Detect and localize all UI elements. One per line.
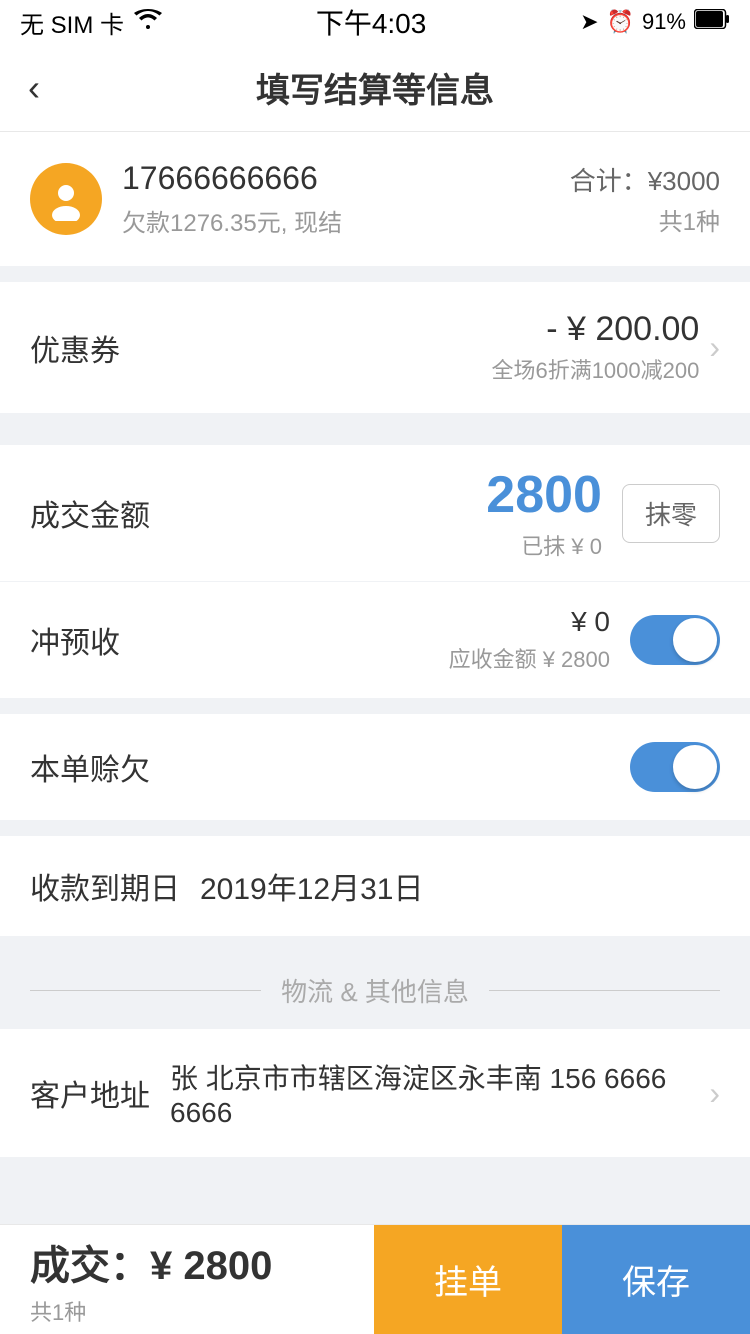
divider-line-right [489, 990, 720, 991]
customer-left: 17666666666 欠款1276.35元, 现结 [30, 160, 342, 238]
page-title: 填写结算等信息 [256, 63, 494, 112]
wifi-icon [134, 8, 162, 36]
coupon-desc: 全场6折满1000减200 [491, 353, 699, 385]
debt-toggle-knob [673, 745, 717, 789]
status-left: 无 SIM 卡 [20, 5, 162, 40]
prepay-sub: 应收金额 ¥ 2800 [449, 642, 610, 674]
footer: 成交：¥ 2800 共1种 挂单 保存 [0, 1224, 750, 1334]
customer-phone: 17666666666 [122, 160, 342, 197]
address-chevron-icon: › [709, 1075, 720, 1112]
prepay-toggle[interactable] [630, 615, 720, 665]
divider-line-left [30, 990, 261, 991]
total-count: 共1种 [570, 202, 720, 237]
battery-percent: 91% [642, 9, 686, 35]
content: 17666666666 欠款1276.35元, 现结 合计：¥3000 共1种 … [0, 132, 750, 1277]
amount-value: 2800 [486, 465, 602, 525]
customer-right: 合计：¥3000 共1种 [570, 161, 720, 237]
hang-order-button[interactable]: 挂单 [374, 1225, 562, 1334]
footer-transaction-label: 成交： [30, 1244, 150, 1288]
footer-count: 共1种 [30, 1295, 344, 1327]
amount-label: 成交金额 [30, 491, 150, 535]
back-button[interactable]: ‹ [28, 67, 40, 109]
amount-sub: 已抹 ¥ 0 [486, 529, 602, 561]
debt-label: 本单赊欠 [30, 745, 150, 789]
customer-card: 17666666666 欠款1276.35元, 现结 合计：¥3000 共1种 [0, 132, 750, 266]
address-value: 张 北京市市辖区海淀区永丰南 156 6666 6666 [170, 1057, 709, 1129]
address-label: 客户地址 [30, 1071, 150, 1115]
prepay-row: 冲预收 ¥ 0 应收金额 ¥ 2800 [0, 581, 750, 698]
customer-info: 17666666666 欠款1276.35元, 现结 [122, 160, 342, 238]
chevron-right-icon: › [709, 329, 720, 366]
status-time: 下午4:03 [316, 2, 427, 42]
toggle-knob [673, 618, 717, 662]
section-divider: 物流 & 其他信息 [0, 952, 750, 1029]
nav-bar: ‹ 填写结算等信息 [0, 44, 750, 132]
status-right: ➤ ⏰ 91% [580, 9, 730, 35]
coupon-amount: - ¥ 200.00 [491, 310, 699, 349]
coupon-info: - ¥ 200.00 全场6折满1000减200 [491, 310, 699, 385]
customer-debt: 欠款1276.35元, 现结 [122, 203, 342, 238]
section-divider-text: 物流 & 其他信息 [281, 972, 469, 1009]
prepay-label: 冲预收 [30, 618, 120, 662]
due-date-value: 2019年12月31日 [200, 864, 423, 908]
amount-right: 2800 已抹 ¥ 0 抹零 [486, 465, 720, 561]
round-button[interactable]: 抹零 [622, 484, 720, 543]
due-date-row: 收款到期日 2019年12月31日 [0, 836, 750, 936]
footer-info: 成交：¥ 2800 共1种 [0, 1233, 374, 1327]
divider-2 [0, 698, 750, 714]
coupon-label: 优惠券 [30, 326, 120, 370]
address-row[interactable]: 客户地址 张 北京市市辖区海淀区永丰南 156 6666 6666 › [0, 1029, 750, 1157]
due-date-label: 收款到期日 [30, 864, 180, 908]
divider-1 [0, 429, 750, 445]
coupon-row[interactable]: 优惠券 - ¥ 200.00 全场6折满1000减200 › [0, 282, 750, 413]
prepay-amount: ¥ 0 应收金额 ¥ 2800 [449, 606, 610, 674]
total-label: 合计：¥3000 [570, 161, 720, 198]
status-bar: 无 SIM 卡 下午4:03 ➤ ⏰ 91% [0, 0, 750, 44]
sim-text: 无 SIM 卡 [20, 5, 124, 40]
prepay-right: ¥ 0 应收金额 ¥ 2800 [449, 606, 720, 674]
coupon-right: - ¥ 200.00 全场6折满1000减200 › [491, 310, 720, 385]
amount-row: 成交金额 2800 已抹 ¥ 0 抹零 [0, 445, 750, 581]
amount-info: 2800 已抹 ¥ 0 [486, 465, 602, 561]
debt-toggle[interactable] [630, 742, 720, 792]
location-icon: ➤ [580, 9, 598, 35]
alarm-icon: ⏰ [607, 9, 634, 35]
footer-transaction-value: ¥ 2800 [150, 1244, 272, 1288]
save-button[interactable]: 保存 [562, 1225, 750, 1334]
avatar [30, 163, 102, 235]
prepay-value: ¥ 0 [449, 606, 610, 638]
debt-row: 本单赊欠 [0, 714, 750, 820]
battery-icon [694, 9, 730, 35]
footer-total: 成交：¥ 2800 [30, 1233, 344, 1291]
